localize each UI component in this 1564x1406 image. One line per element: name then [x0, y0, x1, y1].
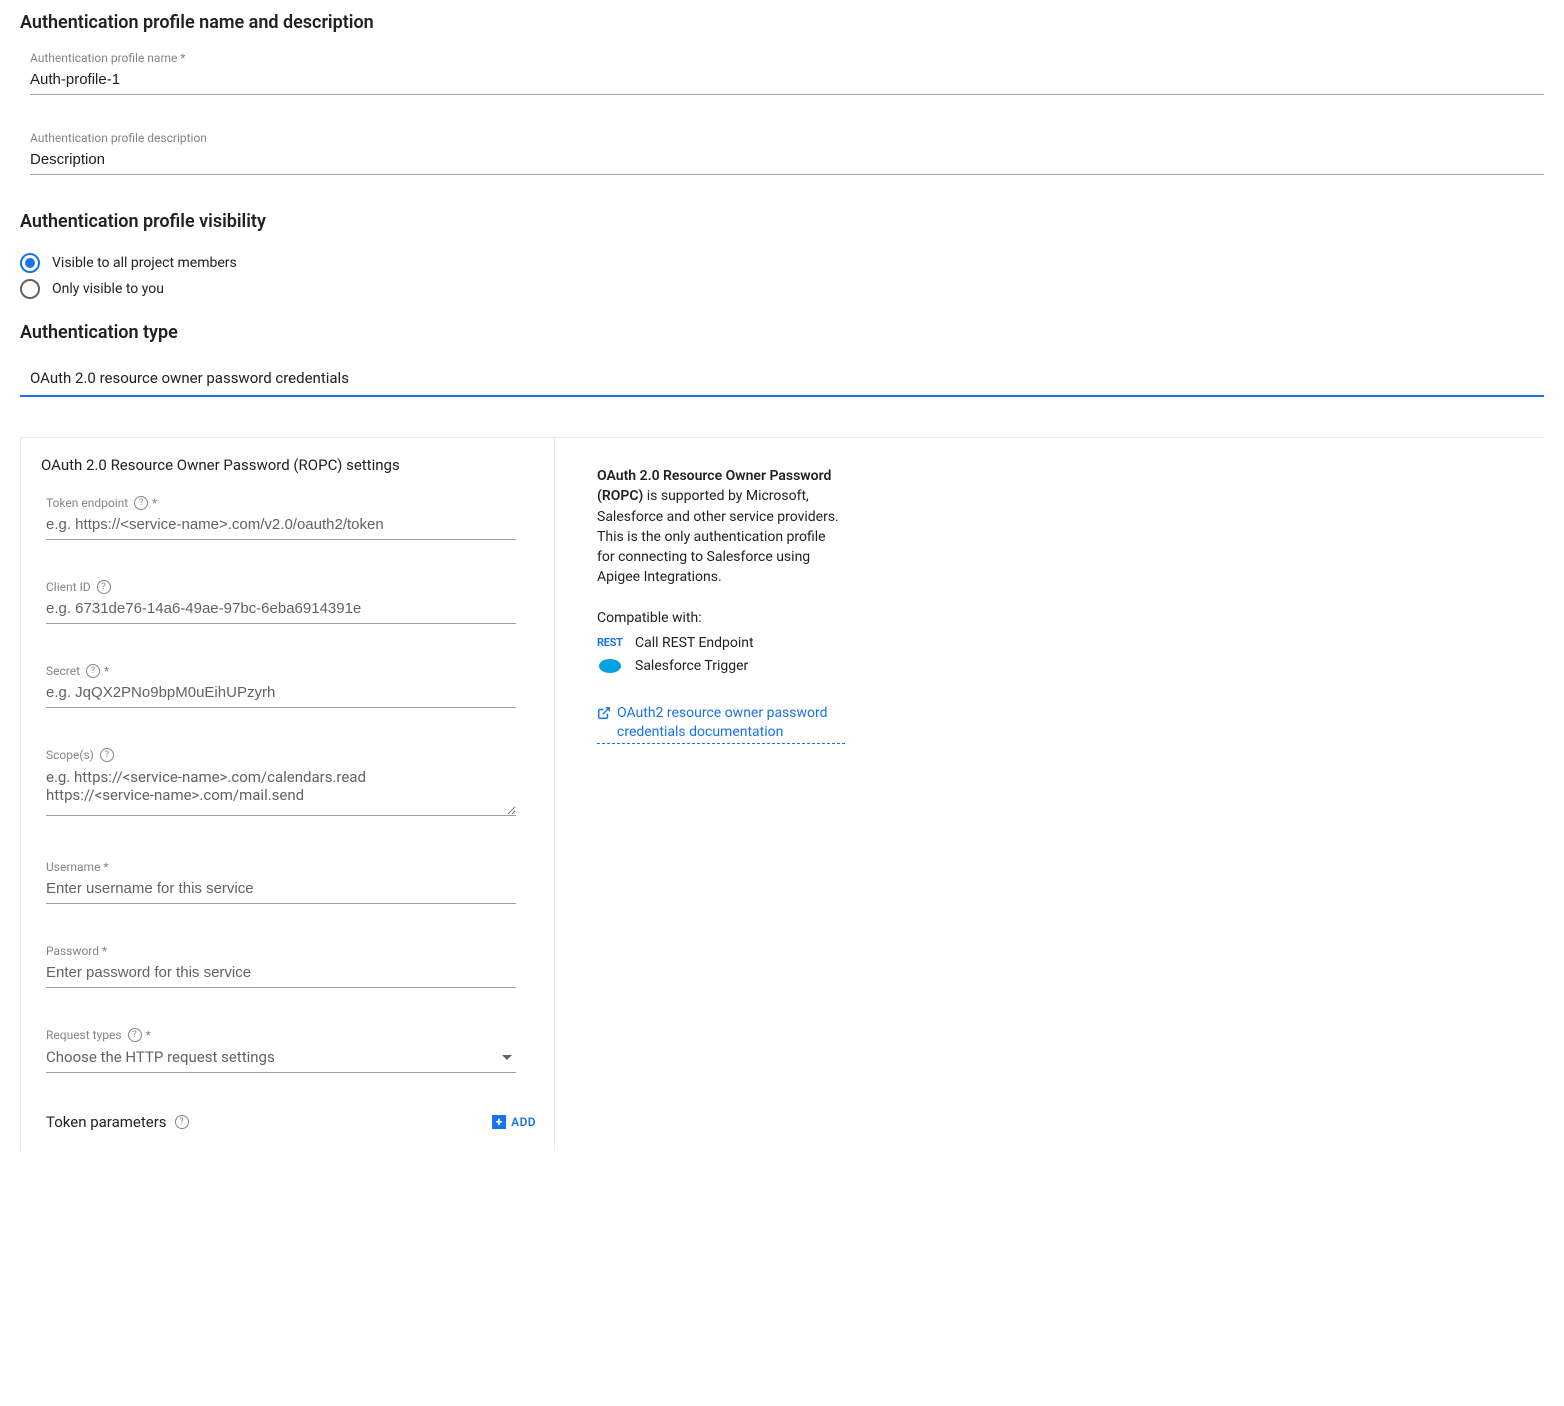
profile-name-label: Authentication profile name *: [30, 51, 1544, 65]
chevron-down-icon: [502, 1055, 512, 1060]
compat-item-rest: Call REST Endpoint: [635, 635, 754, 651]
ropc-panel-title: OAuth 2.0 Resource Owner Password (ROPC)…: [41, 456, 534, 474]
password-label: Password *: [46, 944, 107, 958]
help-icon[interactable]: ?: [128, 1028, 142, 1042]
radio-visible-you[interactable]: [20, 279, 40, 299]
request-types-select[interactable]: Choose the HTTP request settings: [46, 1044, 516, 1073]
scopes-input[interactable]: [46, 764, 516, 816]
rest-icon: REST: [597, 636, 623, 649]
info-text: OAuth 2.0 Resource Owner Password (ROPC)…: [597, 466, 845, 588]
token-endpoint-input[interactable]: [46, 512, 516, 540]
radio-visible-all-label: Visible to all project members: [52, 255, 237, 271]
password-input[interactable]: [46, 960, 516, 988]
help-icon[interactable]: ?: [134, 496, 148, 510]
client-id-input[interactable]: [46, 596, 516, 624]
doc-link[interactable]: OAuth2 resource owner password credentia…: [597, 704, 845, 744]
radio-visible-all[interactable]: [20, 253, 40, 273]
doc-link-text: OAuth2 resource owner password credentia…: [617, 704, 845, 743]
help-icon[interactable]: ?: [175, 1115, 189, 1129]
add-button-label: ADD: [511, 1115, 536, 1129]
request-types-label: Request types: [46, 1028, 122, 1042]
profile-name-input[interactable]: [30, 67, 1544, 95]
token-endpoint-label: Token endpoint: [46, 496, 128, 510]
section-title-auth-type: Authentication type: [20, 322, 1544, 343]
compat-item-salesforce: Salesforce Trigger: [635, 658, 748, 674]
help-icon[interactable]: ?: [86, 664, 100, 678]
token-params-label: Token parameters: [46, 1113, 167, 1131]
client-id-label: Client ID: [46, 580, 91, 594]
help-icon[interactable]: ?: [97, 580, 111, 594]
section-title-visibility: Authentication profile visibility: [20, 211, 1544, 232]
compatible-with-label: Compatible with:: [597, 610, 845, 626]
scopes-label: Scope(s): [46, 748, 94, 762]
external-link-icon: [597, 706, 611, 727]
add-token-param-button[interactable]: + ADD: [492, 1115, 536, 1129]
auth-type-select[interactable]: OAuth 2.0 resource owner password creden…: [20, 361, 1544, 397]
section-title-name-desc: Authentication profile name and descript…: [20, 12, 1544, 33]
help-icon[interactable]: ?: [100, 748, 114, 762]
profile-desc-label: Authentication profile description: [30, 131, 1544, 145]
secret-label: Secret: [46, 664, 80, 678]
username-label: Username *: [46, 860, 109, 874]
request-types-placeholder: Choose the HTTP request settings: [46, 1048, 275, 1066]
username-input[interactable]: [46, 876, 516, 904]
profile-desc-input[interactable]: [30, 147, 1544, 175]
salesforce-icon: [597, 657, 623, 675]
plus-icon: +: [492, 1115, 506, 1129]
radio-visible-you-label: Only visible to you: [52, 281, 164, 297]
secret-input[interactable]: [46, 680, 516, 708]
